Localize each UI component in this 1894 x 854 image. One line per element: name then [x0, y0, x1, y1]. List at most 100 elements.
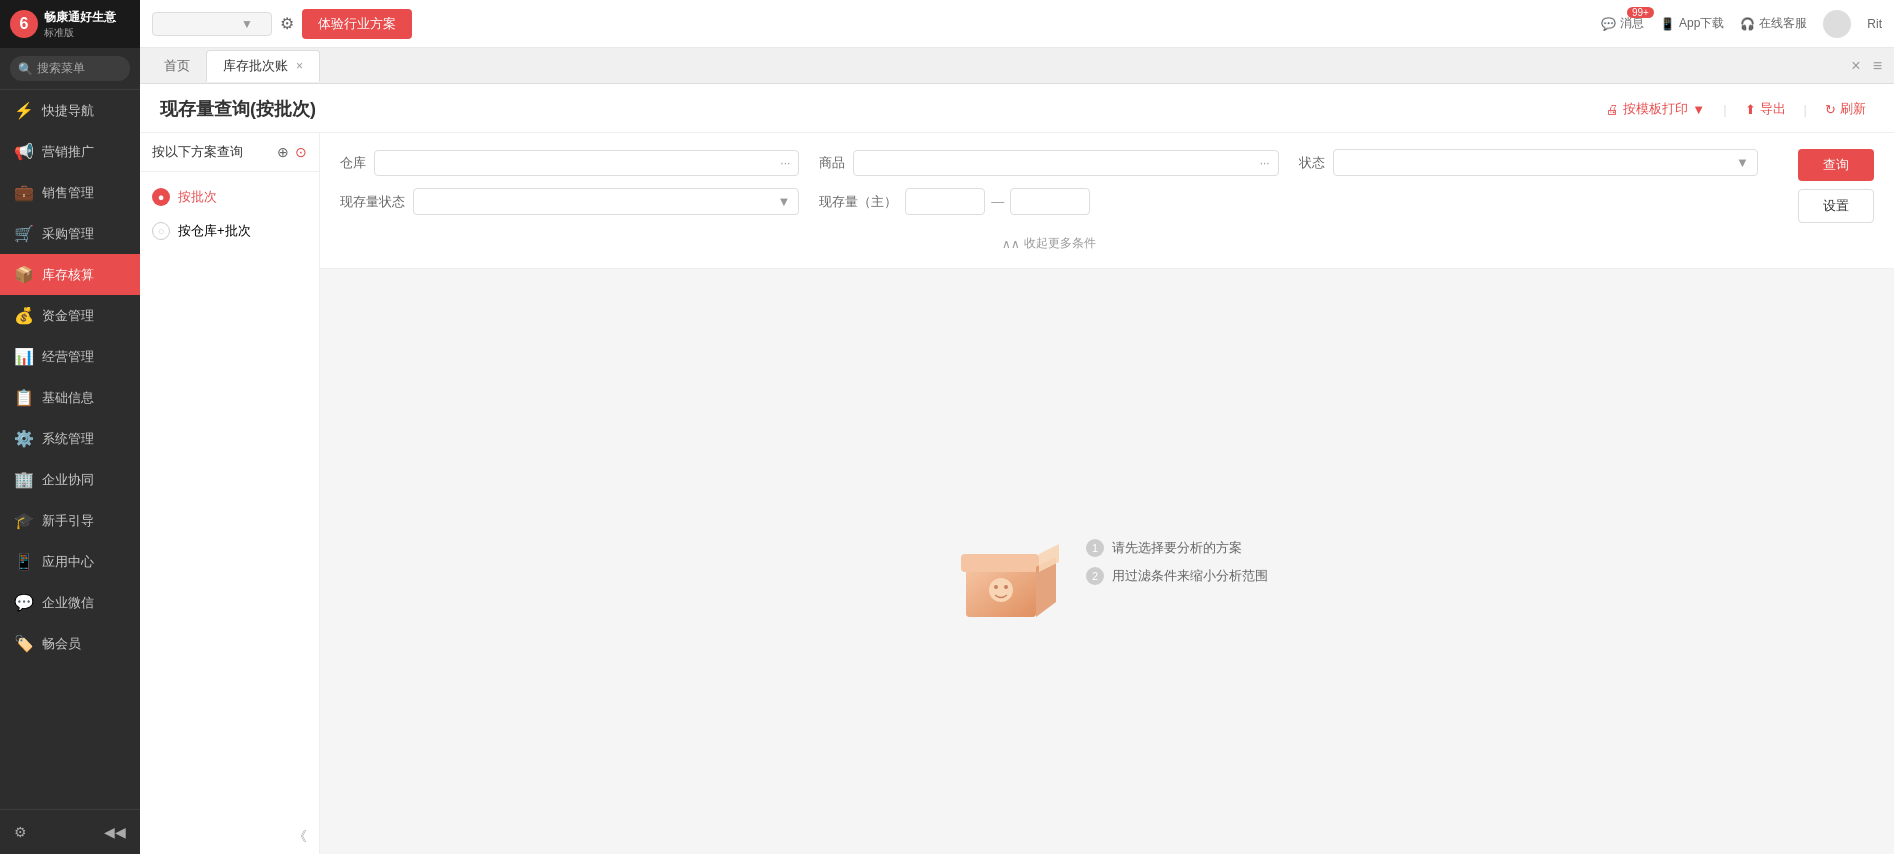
print-btn[interactable]: 🖨 按模板打印 ▼: [1598, 96, 1713, 122]
page-title: 现存量查询(按批次): [160, 97, 316, 131]
tip-text-1: 请先选择要分析的方案: [1112, 539, 1242, 557]
collapse-left-icon: 《: [293, 828, 307, 846]
sidebar-item-newbie[interactable]: 🎓 新手引导: [0, 500, 140, 541]
quantity-max-input[interactable]: [1010, 188, 1090, 215]
sidebar-item-enterprise[interactable]: 🏢 企业协同: [0, 459, 140, 500]
service-label: 在线客服: [1759, 15, 1807, 32]
export-btn[interactable]: ⬆ 导出: [1737, 96, 1794, 122]
topbar-search-box[interactable]: ▼: [152, 12, 272, 36]
sidebar-search-box[interactable]: 🔍 搜索菜单: [10, 56, 130, 81]
query-btn[interactable]: 查询: [1798, 149, 1874, 181]
collapse-filters-icon: ∧∧: [1002, 237, 1020, 251]
filter-group-status: 状态 ▼: [1299, 149, 1758, 176]
filter-fields: 仓库 ··· 商品 ···: [320, 133, 1778, 268]
quantity-min-input[interactable]: [905, 188, 985, 215]
add-scheme-btn[interactable]: ⊕: [277, 144, 289, 160]
filter-group-quantity: 现存量（主） —: [819, 188, 1278, 215]
finance-label: 资金管理: [42, 307, 94, 325]
tip-num-1: 1: [1086, 539, 1104, 557]
sidebar-item-appstore[interactable]: 📱 应用中心: [0, 541, 140, 582]
collapse-left-panel-btn[interactable]: 《: [140, 820, 319, 854]
collapse-sidebar-btn[interactable]: ◀◀: [100, 820, 130, 844]
topbar-search-input[interactable]: [161, 17, 241, 31]
quicknav-icon: ⚡: [14, 101, 34, 120]
sidebar-item-operations[interactable]: 📊 经营管理: [0, 336, 140, 377]
operations-icon: 📊: [14, 347, 34, 366]
sidebar-item-inventory[interactable]: 📦 库存核算: [0, 254, 140, 295]
tab-area-close-btn[interactable]: ×: [1843, 53, 1868, 79]
scheme-item-by-batch[interactable]: ● 按批次: [140, 180, 319, 214]
sidebar-item-sales[interactable]: 💼 销售管理: [0, 172, 140, 213]
topbar-dropdown-icon[interactable]: ▼: [241, 17, 253, 31]
topbar-right: 💬 消息 99+ 📱 App下载 🎧 在线客服 Rit: [1601, 10, 1882, 38]
refresh-label: 刷新: [1840, 100, 1866, 118]
tip-text-2: 用过滤条件来缩小分析范围: [1112, 567, 1268, 585]
scheme-list: ● 按批次 ○ 按仓库+批次: [140, 172, 319, 820]
settings-gear-icon[interactable]: ⚙: [10, 820, 31, 844]
print-label: 按模板打印: [1623, 100, 1688, 118]
warehouse-more-icon[interactable]: ···: [780, 156, 790, 170]
settings-btn[interactable]: 设置: [1798, 189, 1874, 223]
filter-group-goods: 商品 ···: [819, 150, 1278, 176]
sidebar-item-system[interactable]: ⚙️ 系统管理: [0, 418, 140, 459]
topbar-left: ▼ ⚙ 体验行业方案: [152, 9, 1593, 39]
topbar-gear-icon[interactable]: ⚙: [280, 14, 294, 33]
newbie-icon: 🎓: [14, 511, 34, 530]
inventory-status-dropdown-icon[interactable]: ▼: [777, 194, 790, 209]
app-logo: 6: [10, 10, 38, 38]
user-avatar[interactable]: [1823, 10, 1851, 38]
search-label: 搜索菜单: [37, 60, 85, 77]
main-area: ▼ ⚙ 体验行业方案 💬 消息 99+ 📱 App下载 🎧 在线客服 Rit: [140, 0, 1894, 854]
sidebar-item-purchase[interactable]: 🛒 采购管理: [0, 213, 140, 254]
tip-item-2: 2 用过滤条件来缩小分析范围: [1086, 567, 1268, 585]
tab-home[interactable]: 首页: [148, 51, 206, 81]
print-dropdown-icon[interactable]: ▼: [1692, 102, 1705, 117]
sales-label: 销售管理: [42, 184, 94, 202]
tab-inventory-batch-close[interactable]: ×: [296, 59, 303, 73]
empty-illustration: [946, 512, 1046, 612]
message-btn[interactable]: 💬 消息 99+: [1601, 15, 1644, 32]
inventory-status-select[interactable]: ▼: [413, 188, 799, 215]
appstore-icon: 📱: [14, 552, 34, 571]
tab-inventory-batch[interactable]: 库存批次账 ×: [206, 50, 320, 82]
sidebar-item-marketing[interactable]: 📢 营销推广: [0, 131, 140, 172]
online-service-btn[interactable]: 🎧 在线客服: [1740, 15, 1807, 32]
sidebar-search-container[interactable]: 🔍 搜索菜单: [0, 48, 140, 90]
member-icon: 🏷️: [14, 634, 34, 653]
box-svg: [946, 512, 1066, 632]
sidebar-item-member[interactable]: 🏷️ 畅会员: [0, 623, 140, 664]
left-panel: 按以下方案查询 ⊕ ⊙ ● 按批次 ○ 按仓库+批次 《: [140, 133, 320, 854]
sidebar-item-quicknav[interactable]: ⚡ 快捷导航: [0, 90, 140, 131]
sidebar-menu: ⚡ 快捷导航 📢 营销推广 💼 销售管理 🛒 采购管理 📦 库存核算 💰 资金管…: [0, 90, 140, 809]
sidebar-item-finance[interactable]: 💰 资金管理: [0, 295, 140, 336]
basic-label: 基础信息: [42, 389, 94, 407]
app-download-btn[interactable]: 📱 App下载: [1660, 15, 1724, 32]
quicknav-label: 快捷导航: [42, 102, 94, 120]
collapse-filters-btn[interactable]: ∧∧ 收起更多条件: [340, 227, 1758, 252]
status-label: 状态: [1299, 154, 1325, 172]
username-label[interactable]: Rit: [1867, 17, 1882, 31]
warehouse-input[interactable]: ···: [374, 150, 799, 176]
tip-num-2: 2: [1086, 567, 1104, 585]
warehouse-label: 仓库: [340, 154, 366, 172]
sidebar-item-wechat[interactable]: 💬 企业微信: [0, 582, 140, 623]
system-label: 系统管理: [42, 430, 94, 448]
tab-area-more-btn[interactable]: ≡: [1869, 53, 1886, 79]
goods-input[interactable]: ···: [853, 150, 1278, 176]
status-select[interactable]: ▼: [1333, 149, 1758, 176]
system-icon: ⚙️: [14, 429, 34, 448]
quantity-range: —: [905, 188, 1278, 215]
scheme-item-warehouse-batch[interactable]: ○ 按仓库+批次: [140, 214, 319, 248]
tab-inventory-batch-label: 库存批次账: [223, 57, 288, 75]
goods-more-icon[interactable]: ···: [1260, 156, 1270, 170]
purchase-icon: 🛒: [14, 224, 34, 243]
left-panel-title: 按以下方案查询: [152, 143, 243, 161]
scheme-settings-btn[interactable]: ⊙: [295, 144, 307, 160]
status-dropdown-icon[interactable]: ▼: [1736, 155, 1749, 170]
refresh-btn[interactable]: ↻ 刷新: [1817, 96, 1874, 122]
filter-container: 仓库 ··· 商品 ···: [320, 133, 1894, 269]
trial-btn[interactable]: 体验行业方案: [302, 9, 412, 39]
sidebar-item-basic[interactable]: 📋 基础信息: [0, 377, 140, 418]
company-name: 畅康通好生意: [44, 9, 116, 26]
inventory-status-label: 现存量状态: [340, 193, 405, 211]
